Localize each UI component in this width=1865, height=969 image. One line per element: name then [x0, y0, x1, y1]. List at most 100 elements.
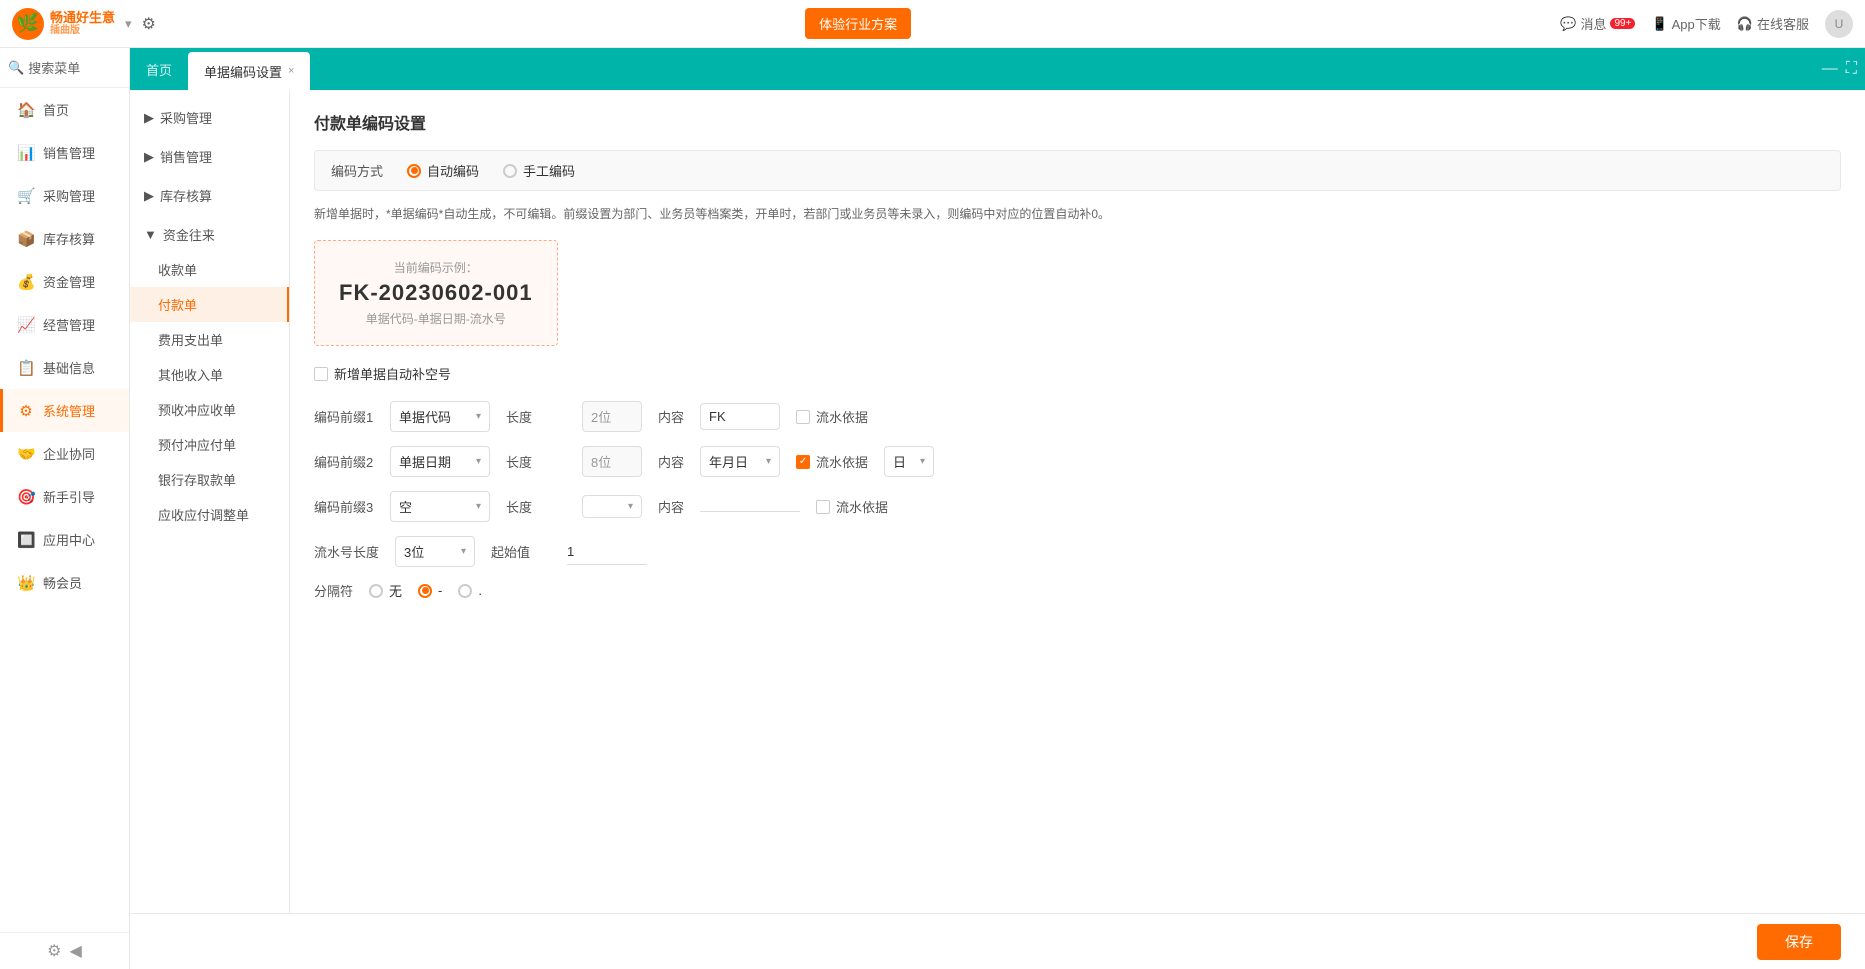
sidebar-item-appcenter[interactable]: 🔲 应用中心 [0, 518, 129, 561]
tab-encoding-settings[interactable]: 单据编码设置 × [188, 52, 310, 90]
settings-bottom-icon[interactable]: ⚙ [47, 941, 61, 961]
left-nav-item-expense[interactable]: 费用支出单 [130, 322, 289, 357]
top-bar-center: 体验行业方案 [805, 8, 911, 39]
settings-icon[interactable]: ⚙ [142, 14, 156, 34]
sidebar-item-enterprise[interactable]: 🤝 企业协同 [0, 432, 129, 475]
row1-stream-check[interactable] [796, 410, 810, 424]
sidebar-item-guide[interactable]: 🎯 新手引导 [0, 475, 129, 518]
left-nav-arrow-sales: ▶ [144, 149, 154, 165]
row1-length-input: 2位 [582, 401, 642, 432]
auto-fill-row: 新增单据自动补空号 [314, 364, 1841, 383]
sep-dash[interactable]: - [418, 583, 442, 598]
row3-prefix-select[interactable]: 空 ▾ [390, 491, 490, 522]
sep-dash-radio[interactable] [418, 584, 432, 598]
sep-dot[interactable]: . [458, 583, 482, 598]
inventory-icon: 📦 [17, 230, 35, 248]
form-row-3: 编码前缀3 空 ▾ 长度 ▾ 内容 流水依据 [314, 491, 1841, 522]
separator-row: 分隔符 无 - [314, 581, 1841, 600]
form-row-1: 编码前缀1 单据代码 ▾ 长度 2位 内容 FK 流水依据 [314, 401, 1841, 432]
online-service[interactable]: 🎧 在线客服 [1737, 14, 1809, 33]
left-nav-item-prepay-pay[interactable]: 预付冲应付单 [130, 427, 289, 462]
row1-prefix-select[interactable]: 单据代码 ▾ [390, 401, 490, 432]
sep-dot-radio[interactable] [458, 584, 472, 598]
left-nav-item-bank[interactable]: 银行存取款单 [130, 462, 289, 497]
row3-stream-checkbox[interactable]: 流水依据 [816, 497, 888, 516]
form-footer: 保存 [130, 913, 1865, 969]
row1-prefix-label: 编码前缀1 [314, 407, 374, 426]
tab-home[interactable]: 首页 [130, 48, 188, 90]
logo-text: 畅通好生意 [50, 10, 115, 26]
left-nav-item-income[interactable]: 其他收入单 [130, 357, 289, 392]
sidebar-item-sales[interactable]: 📊 销售管理 [0, 131, 129, 174]
encoding-mode-row: 编码方式 自动编码 手工编码 [314, 150, 1841, 191]
maximize-icon[interactable]: ⛶ [1846, 60, 1857, 78]
left-nav-item-payment[interactable]: 付款单 [130, 287, 289, 322]
encoding-method-label: 编码方式 [331, 161, 383, 180]
row2-stream-check[interactable]: ✓ [796, 455, 810, 469]
sidebar-item-operation[interactable]: 📈 经营管理 [0, 303, 129, 346]
row1-stream-checkbox[interactable]: 流水依据 [796, 407, 868, 426]
tab-close-icon[interactable]: × [288, 65, 294, 77]
sidebar-item-fund[interactable]: 💰 资金管理 [0, 260, 129, 303]
message-label: 消息 [1580, 14, 1606, 33]
manual-code-radio-btn[interactable] [503, 164, 517, 178]
row1-content-value: FK [700, 403, 780, 430]
search-label: 搜索菜单 [28, 58, 80, 77]
manual-code-radio[interactable]: 手工编码 [503, 161, 575, 180]
auto-fill-checkbox[interactable] [314, 367, 328, 381]
left-nav-header-fund[interactable]: ▼ 资金往来 [130, 217, 289, 252]
row3-length-select[interactable]: ▾ [582, 495, 642, 518]
sidebar-item-system[interactable]: ⚙ 系统管理 [0, 389, 129, 432]
left-nav-arrow-inventory: ▶ [144, 188, 154, 204]
left-nav-item-receipt[interactable]: 收款单 [130, 252, 289, 287]
row2-unit-arrow: ▾ [920, 456, 925, 467]
left-nav-item-prepay-recv[interactable]: 预收冲应收单 [130, 392, 289, 427]
row2-prefix-select[interactable]: 单据日期 ▾ [390, 446, 490, 477]
tab-bar: 首页 单据编码设置 × — ⛶ [130, 48, 1865, 90]
service-icon: 🎧 [1737, 16, 1753, 32]
sidebar-item-member[interactable]: 👑 畅会员 [0, 561, 129, 604]
left-nav: ▶ 采购管理 ▶ 销售管理 ▶ 库存核算 [130, 90, 290, 969]
collapse-icon[interactable]: ◀ [70, 941, 82, 961]
row3-stream-check[interactable] [816, 500, 830, 514]
auto-fill-label: 新增单据自动补空号 [334, 364, 451, 383]
auto-code-radio-btn[interactable] [407, 164, 421, 178]
left-nav-arrow-purchase: ▶ [144, 110, 154, 126]
row2-stream-checkbox[interactable]: ✓ 流水依据 [796, 452, 868, 471]
left-nav-item-adjust[interactable]: 应收应付调整单 [130, 497, 289, 532]
start-value-input[interactable]: 1 [567, 539, 647, 565]
row1-prefix-value: 单据代码 [399, 407, 451, 426]
message-area[interactable]: 💬 消息 99+ [1560, 14, 1635, 33]
row2-stream-unit-select[interactable]: 日 ▾ [884, 446, 934, 477]
left-nav-header-purchase[interactable]: ▶ 采购管理 [130, 100, 289, 135]
sidebar-item-purchase[interactable]: 🛒 采购管理 [0, 174, 129, 217]
sidebar-item-label: 系统管理 [43, 401, 95, 420]
sep-none[interactable]: 无 [369, 581, 402, 600]
message-badge: 99+ [1610, 18, 1635, 29]
left-nav-header-inventory[interactable]: ▶ 库存核算 [130, 178, 289, 213]
minimize-icon[interactable]: — [1822, 60, 1838, 78]
dropdown-icon[interactable]: ▾ [125, 16, 132, 32]
sidebar-item-home[interactable]: 🏠 首页 [0, 88, 129, 131]
serial-length-select[interactable]: 3位 ▾ [395, 536, 475, 567]
sep-none-radio[interactable] [369, 584, 383, 598]
app-download[interactable]: 📱 App下载 [1651, 14, 1720, 33]
row2-content-select[interactable]: 年月日 ▾ [700, 446, 780, 477]
left-nav-header-sales[interactable]: ▶ 销售管理 [130, 139, 289, 174]
auto-code-radio[interactable]: 自动编码 [407, 161, 479, 180]
sidebar-item-label: 库存核算 [43, 229, 95, 248]
sidebar-search[interactable]: 🔍 搜索菜单 [0, 48, 129, 88]
serial-length-row: 流水号长度 3位 ▾ 起始值 1 [314, 536, 1841, 567]
sep-dash-label: - [438, 583, 442, 598]
code-preview-main: FK-20230602-001 [339, 280, 533, 306]
service-label: 在线客服 [1757, 14, 1809, 33]
serial-length-value: 3位 [404, 542, 424, 561]
sidebar-item-basic[interactable]: 📋 基础信息 [0, 346, 129, 389]
user-avatar[interactable]: U [1825, 10, 1853, 38]
purchase-icon: 🛒 [17, 187, 35, 205]
row2-length-label: 长度 [506, 452, 566, 471]
separator-radio-group: 无 - . [369, 581, 482, 600]
trial-button[interactable]: 体验行业方案 [805, 8, 911, 39]
save-button[interactable]: 保存 [1757, 924, 1841, 960]
sidebar-item-inventory[interactable]: 📦 库存核算 [0, 217, 129, 260]
